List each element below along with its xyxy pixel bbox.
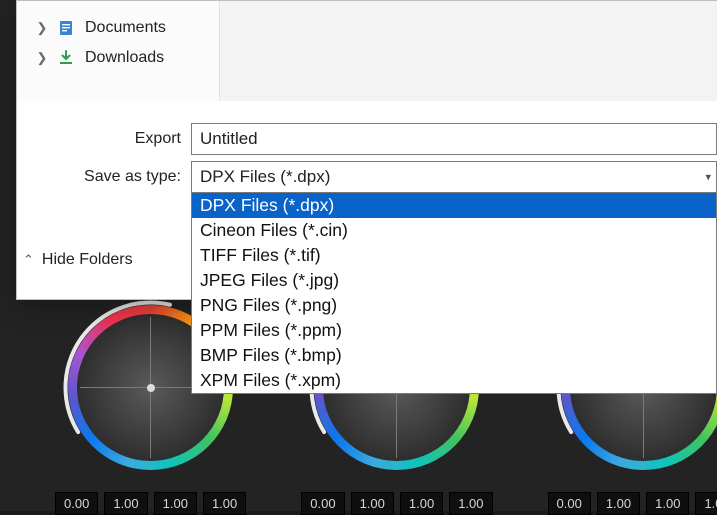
- export-dialog: ❯ Documents ❯ Downloads Export Save as t…: [16, 0, 717, 300]
- export-label: Export: [17, 130, 191, 148]
- save-as-type-value: DPX Files (*.dpx): [200, 167, 330, 187]
- wheel-values: 0.00 1.00 1.00 1.00: [301, 492, 492, 515]
- filetype-option[interactable]: XPM Files (*.xpm): [192, 368, 716, 393]
- save-as-type-row: Save as type: DPX Files (*.dpx) ▾ DPX Fi…: [17, 161, 717, 193]
- filetype-option[interactable]: PNG Files (*.png): [192, 293, 716, 318]
- chevron-up-icon: ⌃: [23, 252, 34, 268]
- hide-folders-toggle[interactable]: ⌃ Hide Folders: [23, 251, 133, 269]
- value-box[interactable]: 1.00: [203, 492, 246, 515]
- hide-folders-label: Hide Folders: [42, 251, 133, 269]
- file-pane: [219, 1, 717, 101]
- value-box[interactable]: 1.00: [351, 492, 394, 515]
- filetype-option[interactable]: DPX Files (*.dpx): [192, 193, 716, 218]
- value-box[interactable]: 1.00: [449, 492, 492, 515]
- export-filename-input[interactable]: [191, 123, 717, 155]
- folder-item-documents[interactable]: ❯ Documents: [17, 13, 219, 43]
- chevron-down-icon: ▾: [705, 171, 711, 184]
- save-as-type-label: Save as type:: [17, 168, 191, 186]
- filetype-option[interactable]: BMP Files (*.bmp): [192, 343, 716, 368]
- folder-tree: ❯ Documents ❯ Downloads: [17, 1, 219, 101]
- value-box[interactable]: 0.00: [301, 492, 344, 515]
- folder-label: Documents: [85, 19, 166, 37]
- form-area: Export Save as type: DPX Files (*.dpx) ▾…: [17, 101, 717, 299]
- folder-item-downloads[interactable]: ❯ Downloads: [17, 43, 219, 73]
- value-box[interactable]: 1.00: [154, 492, 197, 515]
- export-row: Export: [17, 123, 717, 155]
- filetype-option[interactable]: TIFF Files (*.tif): [192, 243, 716, 268]
- folder-label: Downloads: [85, 49, 164, 67]
- documents-icon: [57, 19, 75, 37]
- save-as-type-select[interactable]: DPX Files (*.dpx) ▾ DPX Files (*.dpx) Ci…: [191, 161, 717, 193]
- value-box[interactable]: 1.00: [400, 492, 443, 515]
- wheel-handle[interactable]: [147, 384, 155, 392]
- chevron-right-icon: ❯: [37, 50, 47, 66]
- value-box[interactable]: 1.00: [104, 492, 147, 515]
- value-box[interactable]: 1.00: [646, 492, 689, 515]
- value-box[interactable]: 0.00: [55, 492, 98, 515]
- save-as-type-dropdown: DPX Files (*.dpx) Cineon Files (*.cin) T…: [191, 192, 717, 394]
- chevron-right-icon: ❯: [37, 20, 47, 36]
- filetype-option[interactable]: Cineon Files (*.cin): [192, 218, 716, 243]
- filetype-option[interactable]: JPEG Files (*.jpg): [192, 268, 716, 293]
- filetype-option[interactable]: PPM Files (*.ppm): [192, 318, 716, 343]
- downloads-icon: [57, 49, 75, 67]
- value-box[interactable]: 0.00: [548, 492, 591, 515]
- value-box[interactable]: 1.00: [597, 492, 640, 515]
- wheel-values: 0.00 1.00 1.00 1.00: [548, 492, 717, 515]
- value-box[interactable]: 1.00: [695, 492, 717, 515]
- wheel-values: 0.00 1.00 1.00 1.00: [55, 492, 246, 515]
